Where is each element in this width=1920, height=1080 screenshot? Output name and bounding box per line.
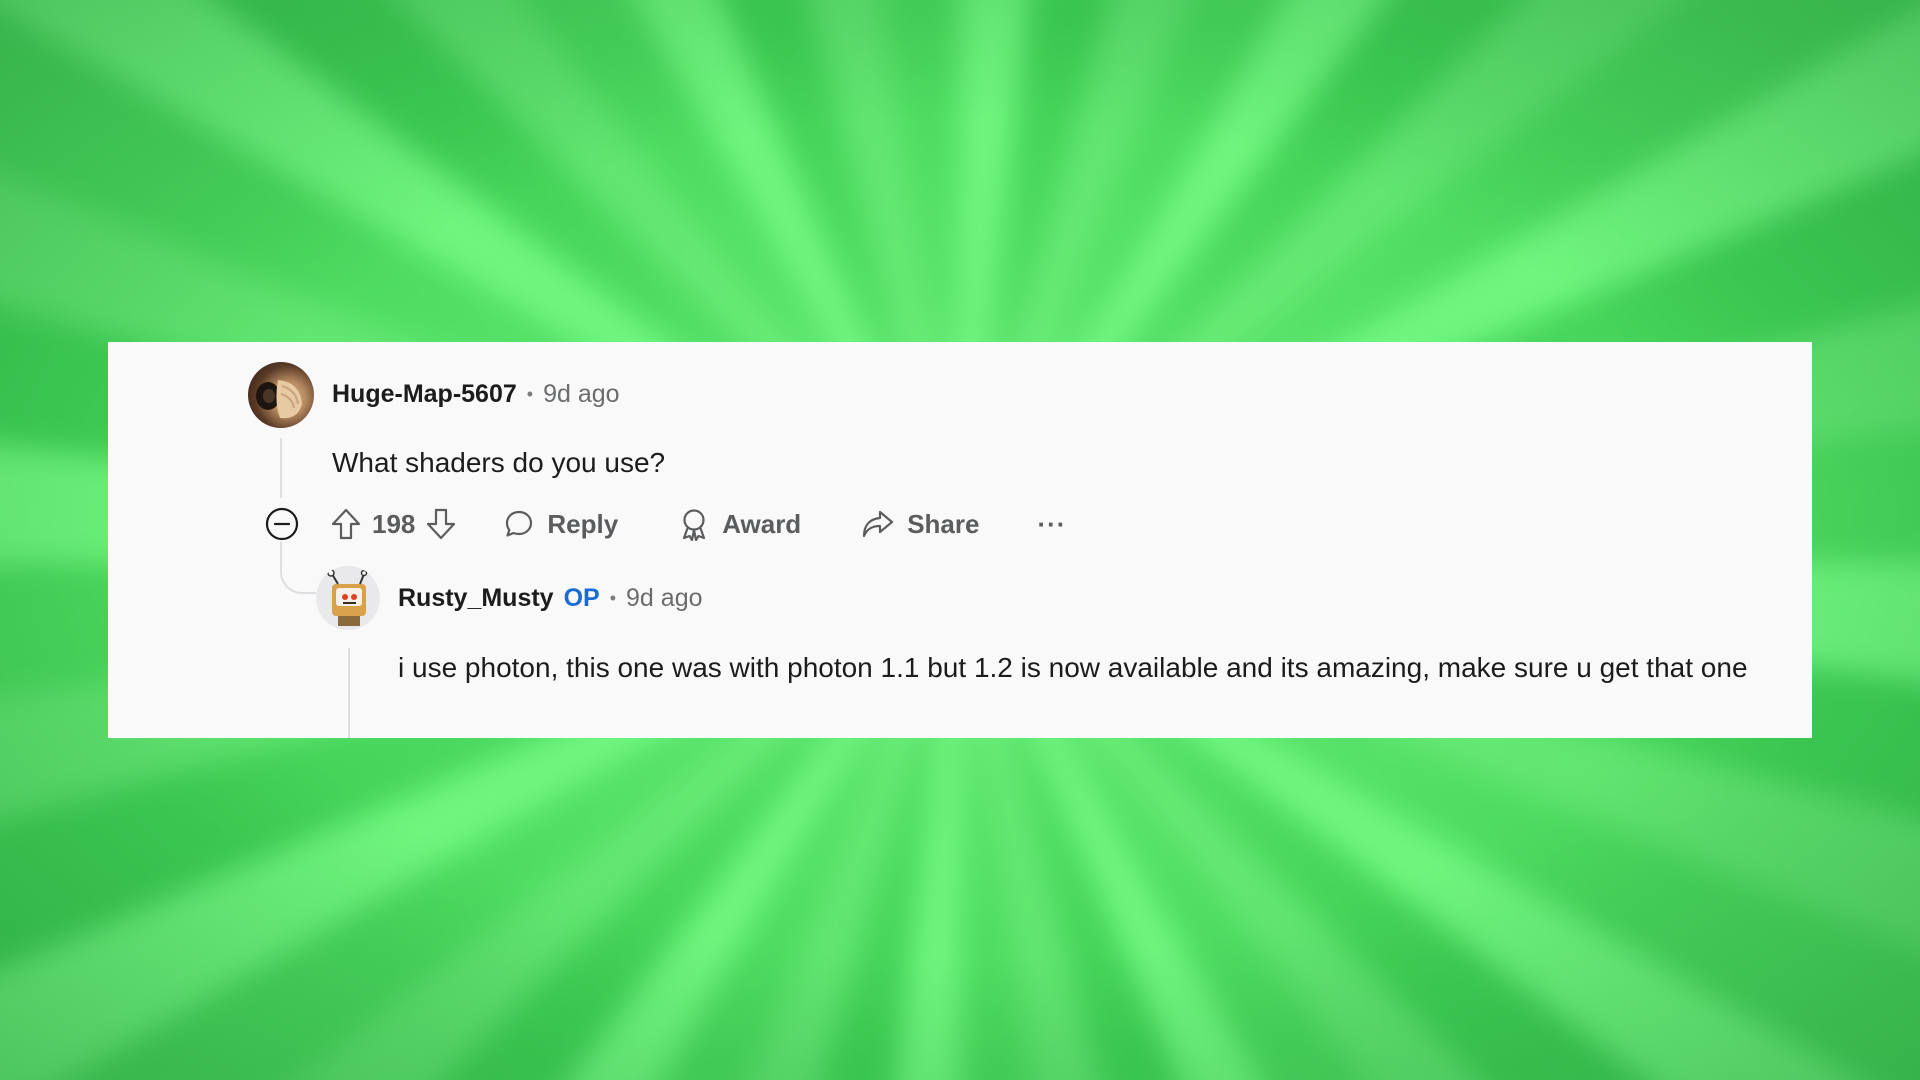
reply-author[interactable]: Rusty_Musty — [398, 584, 554, 613]
reply-timestamp[interactable]: 9d ago — [626, 584, 702, 613]
share-label: Share — [907, 508, 980, 539]
reply-thread-line[interactable] — [348, 648, 350, 738]
upvote-icon[interactable] — [330, 507, 362, 541]
comment-body: What shaders do you use? — [332, 447, 666, 478]
comment-action-bar: 198 Reply Award Share ··· — [264, 502, 1066, 546]
share-icon — [863, 510, 894, 538]
reply-body: i use photon, this one was with photon 1… — [398, 652, 1748, 683]
vote-count: 198 — [372, 508, 416, 539]
reply-user-avatar[interactable] — [316, 566, 380, 630]
award-button[interactable]: Award — [678, 507, 801, 541]
comment-timestamp[interactable]: 9d ago — [543, 380, 619, 409]
comment-author[interactable]: Huge-Map-5607 — [332, 380, 517, 409]
collapse-icon[interactable] — [264, 506, 300, 542]
reply-meta: Rusty_Musty OP • 9d ago — [398, 584, 703, 613]
more-icon[interactable]: ··· — [1037, 509, 1066, 540]
meta-separator: • — [609, 588, 617, 608]
award-label: Award — [722, 508, 802, 539]
award-icon — [683, 509, 706, 541]
comment-card: Huge-Map-5607 • 9d ago What shaders do y… — [108, 342, 1812, 738]
comment-meta: Huge-Map-5607 • 9d ago — [332, 380, 620, 409]
user-avatar[interactable] — [248, 362, 314, 428]
meta-separator: • — [526, 384, 534, 404]
thread-line[interactable] — [280, 438, 282, 498]
thread-connector — [280, 554, 316, 594]
share-button[interactable]: Share — [861, 508, 979, 540]
op-badge: OP — [563, 584, 600, 612]
downvote-icon[interactable] — [425, 507, 457, 541]
reply-button[interactable]: Reply — [503, 508, 618, 540]
reply-icon — [506, 510, 533, 537]
reply-label: Reply — [547, 508, 619, 539]
